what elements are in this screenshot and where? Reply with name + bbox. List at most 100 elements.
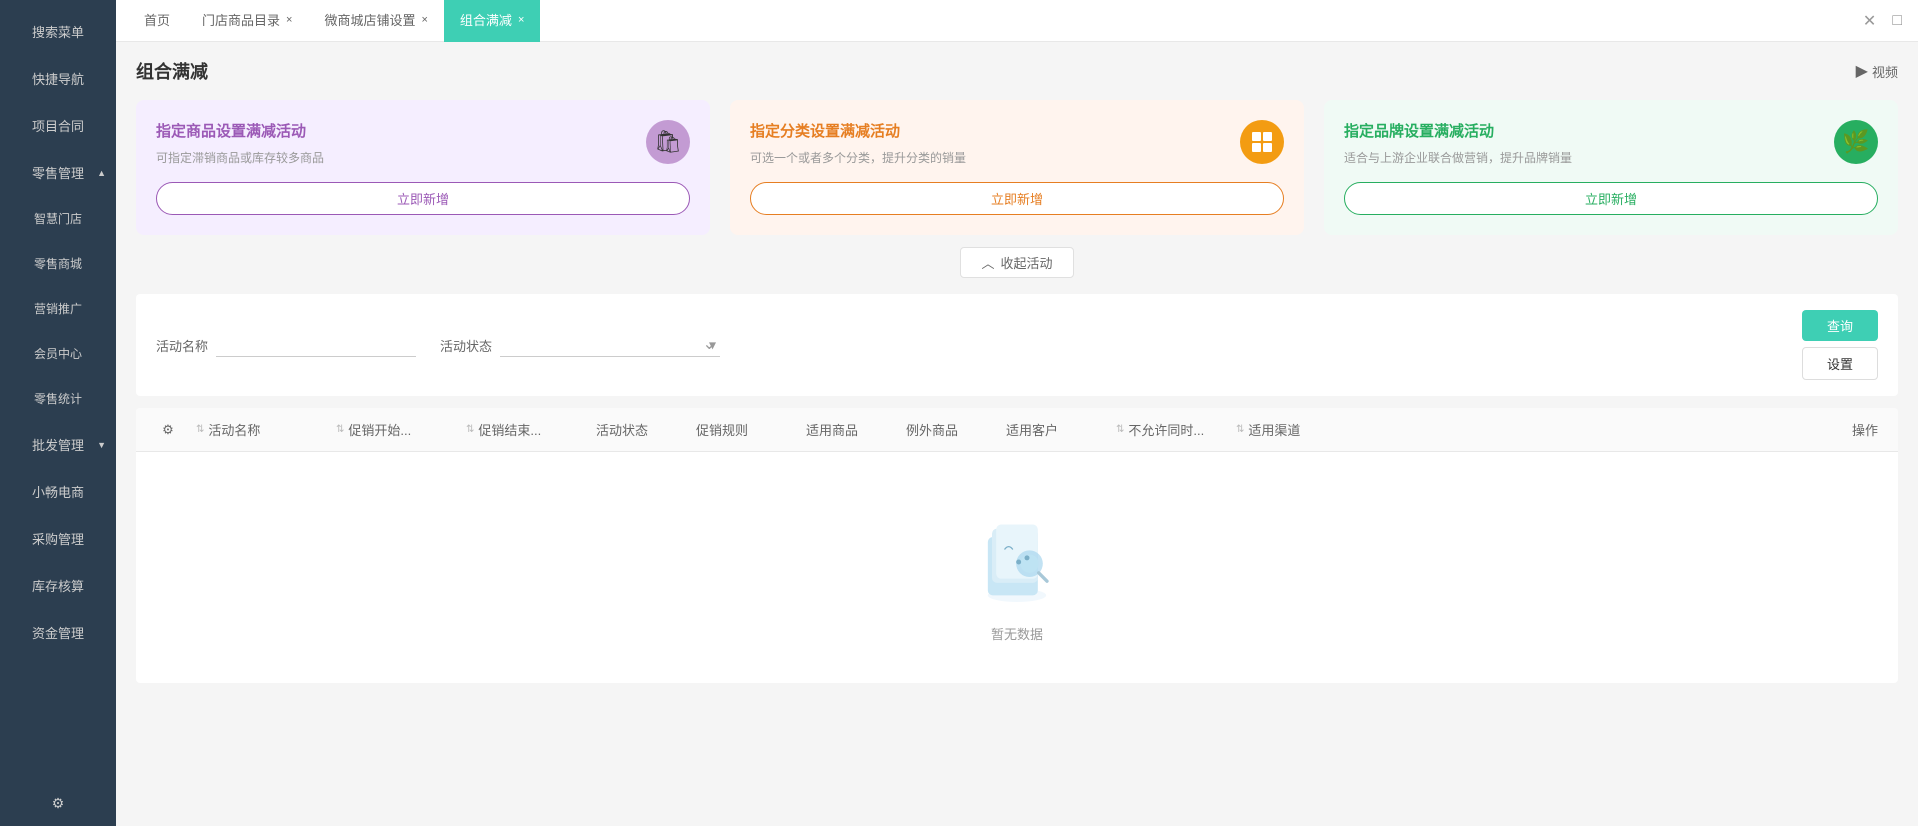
sidebar-item-label: 库存核算 bbox=[32, 579, 84, 594]
chevron-up-icon: ︿ bbox=[981, 253, 994, 272]
collapse-activities-btn[interactable]: ︿ 收起活动 bbox=[960, 247, 1073, 278]
activity-name-label: 活动名称 bbox=[156, 336, 208, 355]
video-link[interactable]: ▶ 视频 bbox=[1856, 61, 1898, 81]
card-brand-discount-title: 指定品牌设置满减活动 bbox=[1344, 120, 1878, 141]
activity-status-input[interactable] bbox=[500, 333, 720, 357]
settings-button[interactable]: 设置 bbox=[1802, 347, 1878, 380]
th-activity-name: ⇅ 活动名称 bbox=[188, 420, 328, 439]
cards-row: 指定商品设置满减活动 可指定滞销商品或库存较多商品 🛍 立即新增 指定分类设置满… bbox=[136, 100, 1898, 235]
card-product-discount-title: 指定商品设置满减活动 bbox=[156, 120, 690, 141]
activity-status-label: 活动状态 bbox=[440, 336, 492, 355]
table-header: ⚙ ⇅ 活动名称 ⇅ 促销开始... ⇅ 促销结束... 活动状态 bbox=[136, 408, 1898, 452]
tab-store-catalog[interactable]: 门店商品目录 × bbox=[186, 0, 308, 42]
chevron-down-icon: ▾ bbox=[709, 337, 716, 354]
sidebar-item-label: 项目合同 bbox=[32, 119, 84, 134]
sidebar-item-xiaochang-ecom[interactable]: 小畅电商 bbox=[0, 468, 116, 515]
sidebar-item-member-center[interactable]: 会员中心 bbox=[0, 331, 116, 376]
sidebar-item-retail-mall[interactable]: 零售商城 bbox=[0, 241, 116, 286]
activity-status-select-wrap: ▾ bbox=[500, 333, 720, 357]
sidebar-item-smart-store[interactable]: 智慧门店 bbox=[0, 196, 116, 241]
sidebar-item-wholesale-mgmt[interactable]: 批发管理 bbox=[0, 421, 116, 468]
card-category-discount-desc: 可选一个或者多个分类，提升分类的销量 bbox=[750, 149, 1284, 166]
th-activity-status: 活动状态 bbox=[588, 420, 688, 439]
card-category-discount-title: 指定分类设置满减活动 bbox=[750, 120, 1284, 141]
card-product-discount-desc: 可指定滞销商品或库存较多商品 bbox=[156, 149, 690, 166]
th-sort-icon[interactable]: ⇅ bbox=[196, 424, 204, 435]
tab-close-combo-discount[interactable]: × bbox=[518, 14, 524, 26]
sidebar-item-label: 会员中心 bbox=[34, 347, 82, 361]
activity-name-input[interactable] bbox=[216, 333, 416, 357]
sidebar-settings-btn[interactable]: ⚙ bbox=[0, 781, 116, 826]
th-promo-end: ⇅ 促销结束... bbox=[458, 420, 588, 439]
th-sort-icon[interactable]: ⇅ bbox=[466, 424, 474, 435]
th-sort-icon[interactable]: ⇅ bbox=[1116, 424, 1124, 435]
table-wrap: ⚙ ⇅ 活动名称 ⇅ 促销开始... ⇅ 促销结束... 活动状态 bbox=[136, 408, 1898, 683]
tab-close-store-catalog[interactable]: × bbox=[286, 14, 292, 26]
card-brand-discount-desc: 适合与上游企业联合做营销，提升品牌销量 bbox=[1344, 149, 1878, 166]
th-applicable-channel: ⇅ 适用渠道 bbox=[1228, 420, 1338, 439]
th-except-goods: 例外商品 bbox=[898, 420, 998, 439]
gear-icon: ⚙ bbox=[162, 422, 174, 438]
play-icon: ▶ bbox=[1856, 61, 1868, 81]
th-no-allow-concurrent: ⇅ 不允许同时... bbox=[1108, 420, 1228, 439]
tab-bar-right: ✕ □ bbox=[1859, 7, 1906, 35]
card-product-discount: 指定商品设置满减活动 可指定滞销商品或库存较多商品 🛍 立即新增 bbox=[136, 100, 710, 235]
sidebar-item-label: 资金管理 bbox=[32, 626, 84, 641]
filter-row: 活动名称 活动状态 ▾ 查询 设置 bbox=[136, 294, 1898, 396]
th-promo-start: ⇅ 促销开始... bbox=[328, 420, 458, 439]
page-header: 组合满减 ▶ 视频 bbox=[136, 58, 1898, 84]
sidebar-item-label: 采购管理 bbox=[32, 532, 84, 547]
sidebar-item-search-menu[interactable]: 搜索菜单 bbox=[0, 8, 116, 55]
maximize-window-button[interactable]: □ bbox=[1888, 8, 1906, 34]
sidebar-item-label: 搜索菜单 bbox=[32, 25, 84, 40]
card-brand-discount-btn[interactable]: 立即新增 bbox=[1344, 182, 1878, 215]
empty-state-text: 暂无数据 bbox=[991, 624, 1043, 643]
tab-label: 首页 bbox=[144, 10, 170, 29]
sidebar-item-label: 零售管理 bbox=[32, 166, 84, 181]
empty-state: 暂无数据 bbox=[136, 452, 1898, 683]
th-action: 操作 bbox=[1338, 420, 1886, 439]
video-label: 视频 bbox=[1872, 62, 1898, 81]
sidebar-item-retail-management[interactable]: 零售管理 bbox=[0, 149, 116, 196]
sidebar-item-finance-mgmt[interactable]: 资金管理 bbox=[0, 609, 116, 656]
close-window-button[interactable]: ✕ bbox=[1859, 7, 1880, 35]
card-brand-discount-icon: 🌿 bbox=[1834, 120, 1878, 164]
th-applicable-goods: 适用商品 bbox=[798, 420, 898, 439]
sidebar-item-marketing[interactable]: 营销推广 bbox=[0, 286, 116, 331]
sidebar-item-label: 零售商城 bbox=[34, 257, 82, 271]
filter-buttons: 查询 设置 bbox=[1802, 310, 1878, 380]
tab-combo-discount[interactable]: 组合满减 × bbox=[444, 0, 540, 42]
collapse-btn-label: 收起活动 bbox=[1001, 253, 1053, 272]
card-category-discount: 指定分类设置满减活动 可选一个或者多个分类，提升分类的销量 立即新增 bbox=[730, 100, 1304, 235]
activity-name-filter-group: 活动名称 bbox=[156, 333, 416, 357]
sidebar-item-project-contract[interactable]: 项目合同 bbox=[0, 102, 116, 149]
sidebar-item-purchase-mgmt[interactable]: 采购管理 bbox=[0, 515, 116, 562]
sidebar-item-label: 批发管理 bbox=[32, 438, 84, 453]
card-product-discount-btn[interactable]: 立即新增 bbox=[156, 182, 690, 215]
tab-wechat-store-settings[interactable]: 微商城店铺设置 × bbox=[308, 0, 443, 42]
sidebar: 搜索菜单 快捷导航 项目合同 零售管理 智慧门店 零售商城 营销推广 会员中心 … bbox=[0, 0, 116, 826]
card-product-discount-icon: 🛍 bbox=[646, 120, 690, 164]
th-sort-icon[interactable]: ⇅ bbox=[336, 424, 344, 435]
th-promo-rule: 促销规则 bbox=[688, 420, 798, 439]
main-area: 首页 门店商品目录 × 微商城店铺设置 × 组合满减 × ✕ □ 组合满减 ▶ … bbox=[116, 0, 1918, 826]
th-gear[interactable]: ⚙ bbox=[148, 422, 188, 438]
tab-home[interactable]: 首页 bbox=[128, 0, 186, 42]
content-area: 组合满减 ▶ 视频 指定商品设置满减活动 可指定滞销商品或库存较多商品 🛍 立即… bbox=[116, 42, 1918, 826]
sidebar-item-inventory-check[interactable]: 库存核算 bbox=[0, 562, 116, 609]
sidebar-item-quick-nav[interactable]: 快捷导航 bbox=[0, 55, 116, 102]
activity-status-filter-group: 活动状态 ▾ bbox=[440, 333, 720, 357]
tab-label: 组合满减 bbox=[460, 10, 512, 29]
tab-close-wechat-store-settings[interactable]: × bbox=[421, 14, 427, 26]
sidebar-item-label: 营销推广 bbox=[34, 302, 82, 316]
gear-icon: ⚙ bbox=[52, 795, 65, 811]
query-button[interactable]: 查询 bbox=[1802, 310, 1878, 341]
card-brand-discount: 指定品牌设置满减活动 适合与上游企业联合做营销，提升品牌销量 🌿 立即新增 bbox=[1324, 100, 1898, 235]
th-applicable-customer: 适用客户 bbox=[998, 420, 1108, 439]
card-category-discount-btn[interactable]: 立即新增 bbox=[750, 182, 1284, 215]
th-sort-icon[interactable]: ⇅ bbox=[1236, 424, 1244, 435]
tab-label: 微商城店铺设置 bbox=[324, 10, 415, 29]
sidebar-item-retail-stats[interactable]: 零售统计 bbox=[0, 376, 116, 421]
card-category-discount-icon bbox=[1240, 120, 1284, 164]
collapse-bar: ︿ 收起活动 bbox=[136, 247, 1898, 278]
